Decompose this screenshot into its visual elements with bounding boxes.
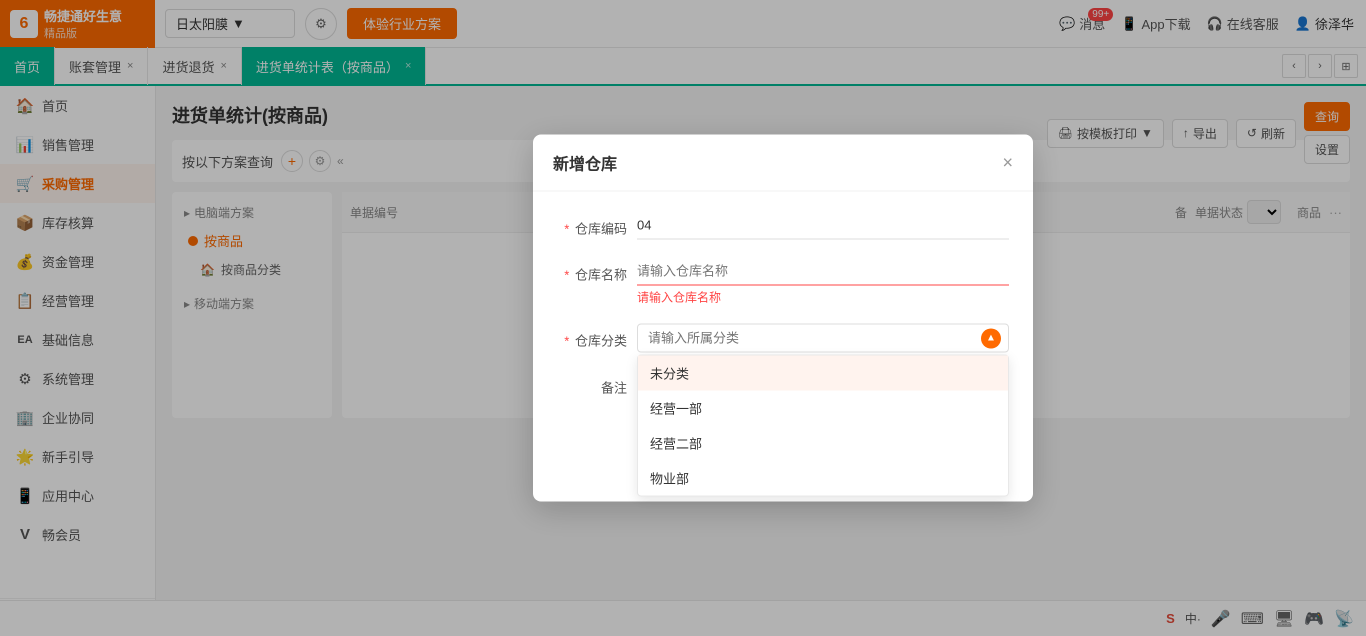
modal-title: 新增仓库	[553, 151, 617, 175]
form-row-name: * 仓库名称 请输入仓库名称	[557, 258, 1009, 306]
modal-close-button[interactable]: ×	[1002, 152, 1013, 173]
name-label: * 仓库名称	[557, 258, 627, 284]
category-label: * 仓库分类	[557, 324, 627, 350]
dropdown-option-dept1[interactable]: 经营一部	[638, 391, 1008, 426]
category-input[interactable]	[637, 324, 1009, 353]
form-row-category: * 仓库分类 ▲ 未分类 经营一部 经营二部 物业部	[557, 324, 1009, 353]
required-marker: *	[564, 222, 569, 237]
name-input[interactable]	[637, 258, 1009, 286]
modal-body: * 仓库编码 * 仓库名称 请输入仓库名称 * 仓库分类	[533, 192, 1033, 437]
form-row-code: * 仓库编码	[557, 212, 1009, 240]
category-select-wrap: ▲ 未分类 经营一部 经营二部 物业部	[637, 324, 1009, 353]
required-marker-category: *	[564, 334, 569, 349]
code-input[interactable]	[637, 212, 1009, 240]
required-marker-name: *	[564, 268, 569, 283]
dropdown-option-uncategorized[interactable]: 未分类	[638, 356, 1008, 391]
name-error-msg: 请输入仓库名称	[637, 289, 1009, 306]
code-input-wrap	[637, 212, 1009, 240]
dropdown-option-property[interactable]: 物业部	[638, 461, 1008, 496]
name-input-wrap: 请输入仓库名称	[637, 258, 1009, 306]
note-form-label: 备注	[557, 371, 627, 397]
new-warehouse-modal: 新增仓库 × * 仓库编码 * 仓库名称 请输入仓库名称	[533, 135, 1033, 502]
modal-header: 新增仓库 ×	[533, 135, 1033, 192]
code-label: * 仓库编码	[557, 212, 627, 238]
category-dropdown: 未分类 经营一部 经营二部 物业部	[637, 355, 1009, 497]
dropdown-option-dept2[interactable]: 经营二部	[638, 426, 1008, 461]
